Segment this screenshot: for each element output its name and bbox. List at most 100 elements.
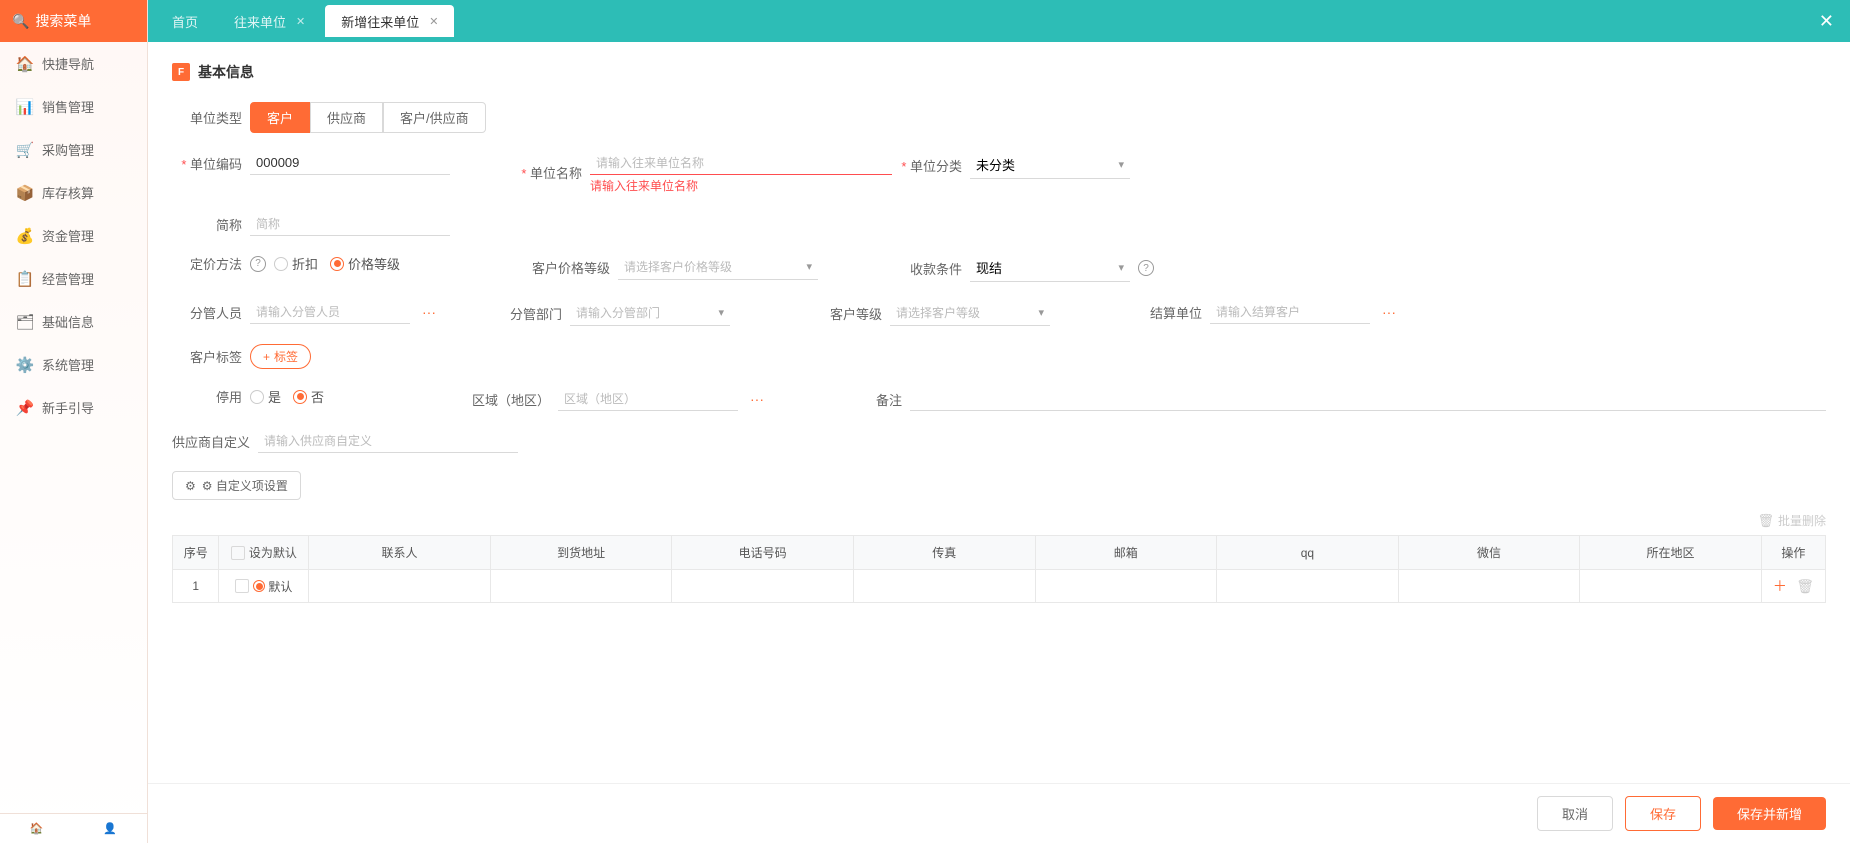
disabled-yes-radio[interactable] xyxy=(250,390,264,404)
address-input-0[interactable] xyxy=(501,579,662,593)
remarks-field: 备注 xyxy=(832,387,1826,411)
unit-name-input[interactable] xyxy=(590,151,892,175)
unit-name-error: 请输入往来单位名称 xyxy=(590,177,892,194)
sidebar-user-btn[interactable]: 👤 xyxy=(103,822,117,835)
search-icon: 🔍 xyxy=(12,13,29,30)
unit-category-select[interactable]: 未分类 ▾ xyxy=(970,151,1130,179)
supplier-custom-input[interactable] xyxy=(258,429,518,453)
tab-trading-units[interactable]: 往来单位 ✕ xyxy=(218,5,321,37)
tab-home[interactable]: 首页 xyxy=(156,5,214,37)
remarks-input[interactable] xyxy=(910,387,1826,411)
unit-type-both-btn[interactable]: 客户/供应商 xyxy=(383,102,486,133)
unit-name-field: 单位名称 请输入往来单位名称 xyxy=(512,151,892,194)
sidebar-item-inventory[interactable]: 📦库存核算 xyxy=(0,171,147,214)
abbreviation-input[interactable] xyxy=(250,212,450,236)
sidebar-icon-finance: 💰 xyxy=(16,227,34,245)
customer-level-field: 客户等级 请选择客户等级 ▾ xyxy=(812,300,1132,326)
sidebar-home-btn[interactable]: 🏠 xyxy=(30,822,44,835)
payment-terms-select[interactable]: 现结 ▾ xyxy=(970,254,1130,282)
pricing-discount-option[interactable]: 折扣 xyxy=(274,254,318,273)
settlement-unit-input[interactable] xyxy=(1210,300,1370,324)
sidebar-item-base-info[interactable]: 🗂基础信息 xyxy=(0,300,147,343)
save-new-button[interactable]: 保存并新增 xyxy=(1713,797,1826,830)
unit-type-customer-btn[interactable]: 客户 xyxy=(250,102,310,133)
col-phone: 电话号码 xyxy=(672,536,854,570)
unit-type-row: 单位类型 客户 供应商 客户/供应商 xyxy=(172,102,1826,133)
region-ellipsis-btn[interactable]: ··· xyxy=(746,389,768,409)
cell-fax-0 xyxy=(853,570,1035,603)
region-input[interactable] xyxy=(558,387,738,411)
manager-ellipsis-btn[interactable]: ··· xyxy=(418,302,440,322)
qq-input-0[interactable] xyxy=(1227,579,1388,593)
customer-price-level-label: 客户价格等级 xyxy=(532,258,610,277)
region-input-0[interactable] xyxy=(1590,579,1751,593)
sidebar-label-sales: 销售管理 xyxy=(42,97,94,116)
sidebar-item-quick-nav[interactable]: 🏠快捷导航 xyxy=(0,42,147,85)
default-radio-0[interactable] xyxy=(253,580,265,592)
row-delete-btn-0[interactable]: 🗑 xyxy=(1796,578,1814,594)
settlement-unit-ellipsis-btn[interactable]: ··· xyxy=(1378,302,1400,322)
disabled-label: 停用 xyxy=(172,387,242,406)
tab-bar: 首页往来单位✕新增往来单位✕ ✕ xyxy=(148,0,1850,42)
disabled-no-radio[interactable] xyxy=(293,390,307,404)
tags-field: 客户标签 + 标签 xyxy=(172,344,1826,369)
save-button[interactable]: 保存 xyxy=(1625,796,1701,831)
sidebar-search[interactable]: 🔍 搜索菜单 xyxy=(0,0,147,42)
department-label: 分管部门 xyxy=(492,304,562,323)
col-wechat: 微信 xyxy=(1398,536,1580,570)
custom-settings-label: ⚙ 自定义项设置 xyxy=(202,477,288,494)
row-checkbox-0[interactable] xyxy=(235,579,249,593)
sidebar-item-sales[interactable]: 📊销售管理 xyxy=(0,85,147,128)
add-tag-btn[interactable]: + 标签 xyxy=(250,344,311,369)
batch-delete-bar: 🗑 批量删除 xyxy=(172,512,1826,529)
batch-delete-label[interactable]: 批量删除 xyxy=(1778,512,1826,529)
pricing-discount-label: 折扣 xyxy=(292,254,318,273)
unit-type-supplier-btn[interactable]: 供应商 xyxy=(310,102,383,133)
customer-level-select[interactable]: 请选择客户等级 ▾ xyxy=(890,300,1050,326)
customer-price-level-select[interactable]: 请选择客户价格等级 ▾ xyxy=(618,254,818,280)
disabled-no-label: 否 xyxy=(311,387,324,406)
contact-input-0[interactable] xyxy=(319,579,480,593)
pricing-question-icon[interactable]: ? xyxy=(250,256,266,272)
sidebar-item-system[interactable]: ⚙️系统管理 xyxy=(0,343,147,386)
pricing-level-radio[interactable] xyxy=(330,257,344,271)
row-pricing: 定价方法 ? 折扣 价格等级 客户价格等级 请选择客户价格等级 xyxy=(172,254,1826,282)
pricing-level-option[interactable]: 价格等级 xyxy=(330,254,400,273)
phone-input-0[interactable] xyxy=(682,579,843,593)
cell-wechat-0 xyxy=(1398,570,1580,603)
col-qq: qq xyxy=(1217,536,1399,570)
pricing-discount-radio[interactable] xyxy=(274,257,288,271)
header-checkbox[interactable] xyxy=(231,546,245,560)
sidebar-item-finance[interactable]: 💰资金管理 xyxy=(0,214,147,257)
payment-terms-question-icon[interactable]: ? xyxy=(1138,260,1154,276)
wechat-input-0[interactable] xyxy=(1409,579,1570,593)
sidebar-item-operations[interactable]: 📋经营管理 xyxy=(0,257,147,300)
email-input-0[interactable] xyxy=(1046,579,1207,593)
sidebar-item-purchase[interactable]: 🛒采购管理 xyxy=(0,128,147,171)
sidebar-label-new-guide: 新手引导 xyxy=(42,398,94,417)
col-action: 操作 xyxy=(1761,536,1825,570)
tab-close-new-trading-unit[interactable]: ✕ xyxy=(429,15,438,28)
custom-settings-btn[interactable]: ⚙ ⚙ 自定义项设置 xyxy=(172,471,301,500)
sidebar-item-new-guide[interactable]: 📌新手引导 xyxy=(0,386,147,429)
bottom-toolbar: 取消 保存 保存并新增 xyxy=(148,783,1850,843)
row-add-btn-0[interactable]: ＋ xyxy=(1773,578,1787,594)
cancel-button[interactable]: 取消 xyxy=(1537,796,1613,831)
payment-terms-value: 现结 xyxy=(976,258,1114,277)
manager-input[interactable] xyxy=(250,300,410,324)
row-manager-dept: 分管人员 ··· 分管部门 请输入分管部门 ▾ 客户等级 请选择客户等级 ▾ 结… xyxy=(172,300,1826,326)
tab-label-trading-units: 往来单位 xyxy=(234,12,286,31)
tab-close-trading-units[interactable]: ✕ xyxy=(296,15,305,28)
fax-input-0[interactable] xyxy=(864,579,1025,593)
customer-price-level-field: 客户价格等级 请选择客户价格等级 ▾ xyxy=(532,254,892,280)
col-address: 到货地址 xyxy=(490,536,672,570)
tab-new-trading-unit[interactable]: 新增往来单位✕ xyxy=(325,5,454,37)
col-contact: 联系人 xyxy=(309,536,491,570)
department-chevron: ▾ xyxy=(718,306,724,319)
unit-code-input[interactable] xyxy=(250,151,450,175)
disabled-yes-option[interactable]: 是 xyxy=(250,387,281,406)
unit-category-chevron-icon: ▾ xyxy=(1118,158,1124,171)
disabled-no-option[interactable]: 否 xyxy=(293,387,324,406)
tab-bar-close-btn[interactable]: ✕ xyxy=(1811,7,1842,36)
department-select[interactable]: 请输入分管部门 ▾ xyxy=(570,300,730,326)
